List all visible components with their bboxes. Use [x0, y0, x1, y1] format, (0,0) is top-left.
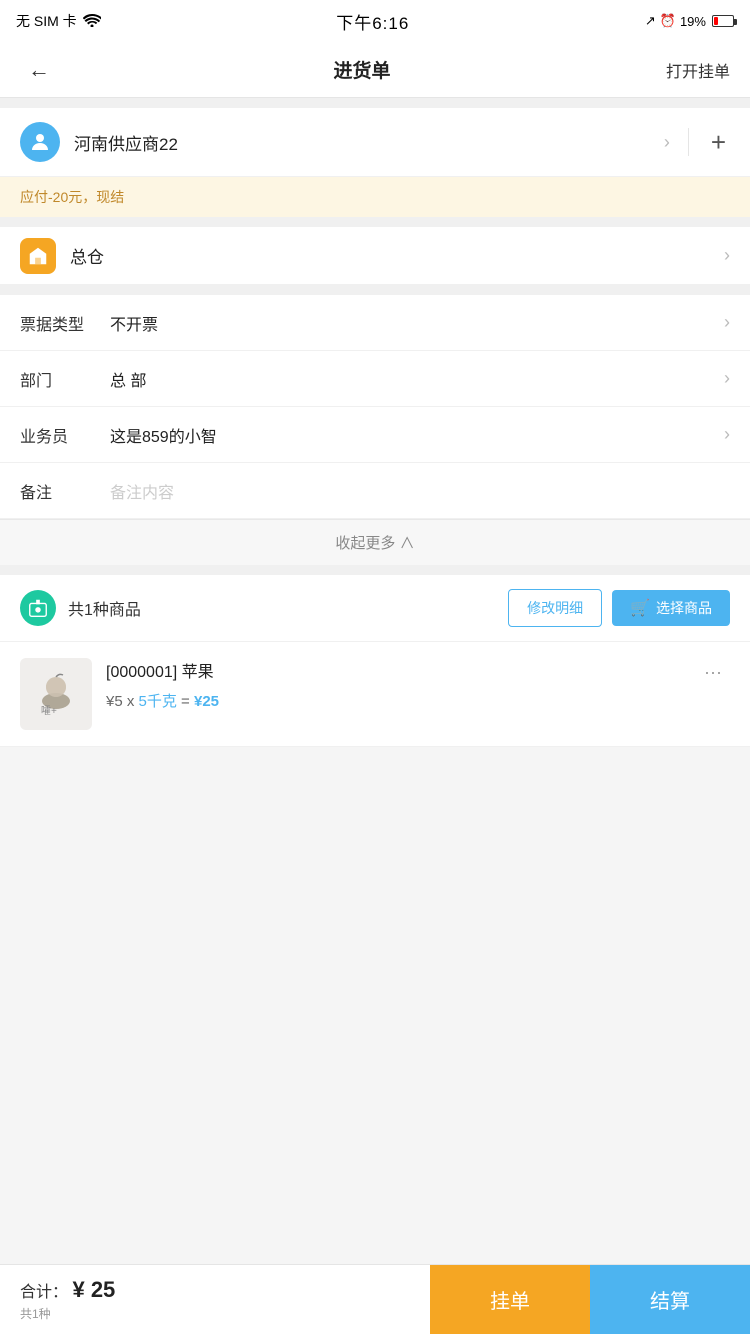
product-header-icon — [20, 590, 56, 626]
status-time: 下午6:16 — [336, 9, 409, 34]
supplier-avatar — [20, 122, 60, 162]
supplier-name: 河南供应商22 — [74, 130, 656, 155]
collapse-button[interactable]: 收起更多 ∧ — [0, 519, 750, 565]
product-count: 共1种商品 — [68, 596, 508, 620]
salesperson-value: 这是859的小智 — [100, 423, 716, 447]
ticket-type-chevron-icon: › — [724, 312, 730, 333]
more-options-button[interactable]: ··· — [696, 658, 730, 687]
ticket-type-value: 不开票 — [100, 311, 716, 335]
edit-detail-button[interactable]: 修改明细 — [508, 589, 602, 627]
section-gap-4 — [0, 565, 750, 575]
multiply-sign: x — [127, 693, 139, 710]
status-right: ↗ ⏰ 19% — [645, 13, 734, 29]
page-title: 进货单 — [333, 56, 390, 83]
back-button[interactable]: ← — [20, 49, 58, 91]
nav-bar: ← 进货单 打开挂单 — [0, 42, 750, 98]
collapse-label: 收起更多 ∧ — [335, 532, 414, 553]
carrier-text: 无 SIM 卡 — [16, 11, 77, 31]
remark-input[interactable]: 备注内容 — [100, 479, 730, 503]
quantity: 5千克 — [139, 693, 177, 710]
salesperson-label: 业务员 — [20, 423, 100, 447]
status-left: 无 SIM 卡 — [16, 11, 101, 31]
warehouse-icon — [20, 238, 56, 274]
svg-text:嚯+: 嚯+ — [41, 705, 57, 717]
location-icon: ↗ — [645, 13, 656, 29]
ticket-type-row[interactable]: 票据类型 不开票 › — [0, 295, 750, 351]
select-product-button[interactable]: 🛒 选择商品 — [612, 590, 730, 626]
equals-sign: = — [181, 693, 194, 710]
remark-row[interactable]: 备注 备注内容 — [0, 463, 750, 519]
pending-button[interactable]: 挂单 — [430, 1265, 590, 1334]
supplier-notice: 应付-20元，现结 — [0, 177, 750, 217]
add-button[interactable]: + — [707, 123, 730, 162]
supplier-chevron-icon: › — [664, 132, 670, 153]
warehouse-chevron-icon: › — [724, 245, 730, 266]
checkout-button[interactable]: 结算 — [590, 1265, 750, 1334]
form-section: 票据类型 不开票 › 部门 总 部 › 业务员 这是859的小智 › 备注 备注… — [0, 295, 750, 565]
product-name: [0000001] 苹果 — [106, 658, 696, 682]
wifi-icon — [83, 13, 101, 30]
department-chevron-icon: › — [724, 368, 730, 389]
item-total: ¥25 — [194, 693, 219, 710]
total-row: 合计： ¥ 25 — [20, 1277, 410, 1303]
department-label: 部门 — [20, 367, 100, 391]
open-pending-button[interactable]: 打开挂单 — [666, 58, 730, 82]
section-gap-1 — [0, 98, 750, 108]
section-gap-2 — [0, 217, 750, 227]
salesperson-row[interactable]: 业务员 这是859的小智 › — [0, 407, 750, 463]
warehouse-name: 总仓 — [70, 243, 716, 268]
product-code: [0000001] — [106, 664, 177, 681]
supplier-divider — [688, 128, 689, 156]
total-label: 合计： — [20, 1284, 68, 1301]
supplier-row[interactable]: 河南供应商22 › + — [0, 108, 750, 177]
product-thumbnail: 嚯+ — [20, 658, 92, 730]
select-product-label: 选择商品 — [656, 598, 712, 618]
cart-icon: 🛒 — [630, 598, 650, 618]
product-info: [0000001] 苹果 ¥5 x 5千克 = ¥25 — [106, 658, 696, 711]
product-title-text: 苹果 — [182, 664, 214, 681]
ticket-type-label: 票据类型 — [20, 311, 100, 335]
battery-icon — [712, 15, 734, 27]
total-amount: ¥ 25 — [72, 1277, 115, 1302]
warehouse-section: 总仓 › — [0, 227, 750, 285]
total-count: 共1种 — [20, 1305, 410, 1322]
total-section: 合计： ¥ 25 共1种 — [0, 1265, 430, 1334]
bottom-spacer — [0, 747, 750, 817]
warehouse-row[interactable]: 总仓 › — [0, 227, 750, 285]
bottom-bar: 合计： ¥ 25 共1种 挂单 结算 — [0, 1264, 750, 1334]
product-price: ¥5 x 5千克 = ¥25 — [106, 690, 696, 711]
alarm-icon: ⏰ — [660, 13, 676, 29]
product-header: 共1种商品 修改明细 🛒 选择商品 — [0, 575, 750, 642]
department-row[interactable]: 部门 总 部 › — [0, 351, 750, 407]
section-gap-3 — [0, 285, 750, 295]
product-item: 嚯+ [0000001] 苹果 ¥5 x 5千克 = ¥25 ··· — [0, 642, 750, 747]
unit-price: ¥5 — [106, 693, 123, 710]
remark-label: 备注 — [20, 479, 100, 503]
battery-percent: 19% — [680, 14, 706, 29]
supplier-section: 河南供应商22 › + 应付-20元，现结 — [0, 108, 750, 217]
department-value: 总 部 — [100, 367, 716, 391]
salesperson-chevron-icon: › — [724, 424, 730, 445]
product-section: 共1种商品 修改明细 🛒 选择商品 嚯+ [0000001] 苹果 ¥ — [0, 575, 750, 747]
status-bar: 无 SIM 卡 下午6:16 ↗ ⏰ 19% — [0, 0, 750, 42]
